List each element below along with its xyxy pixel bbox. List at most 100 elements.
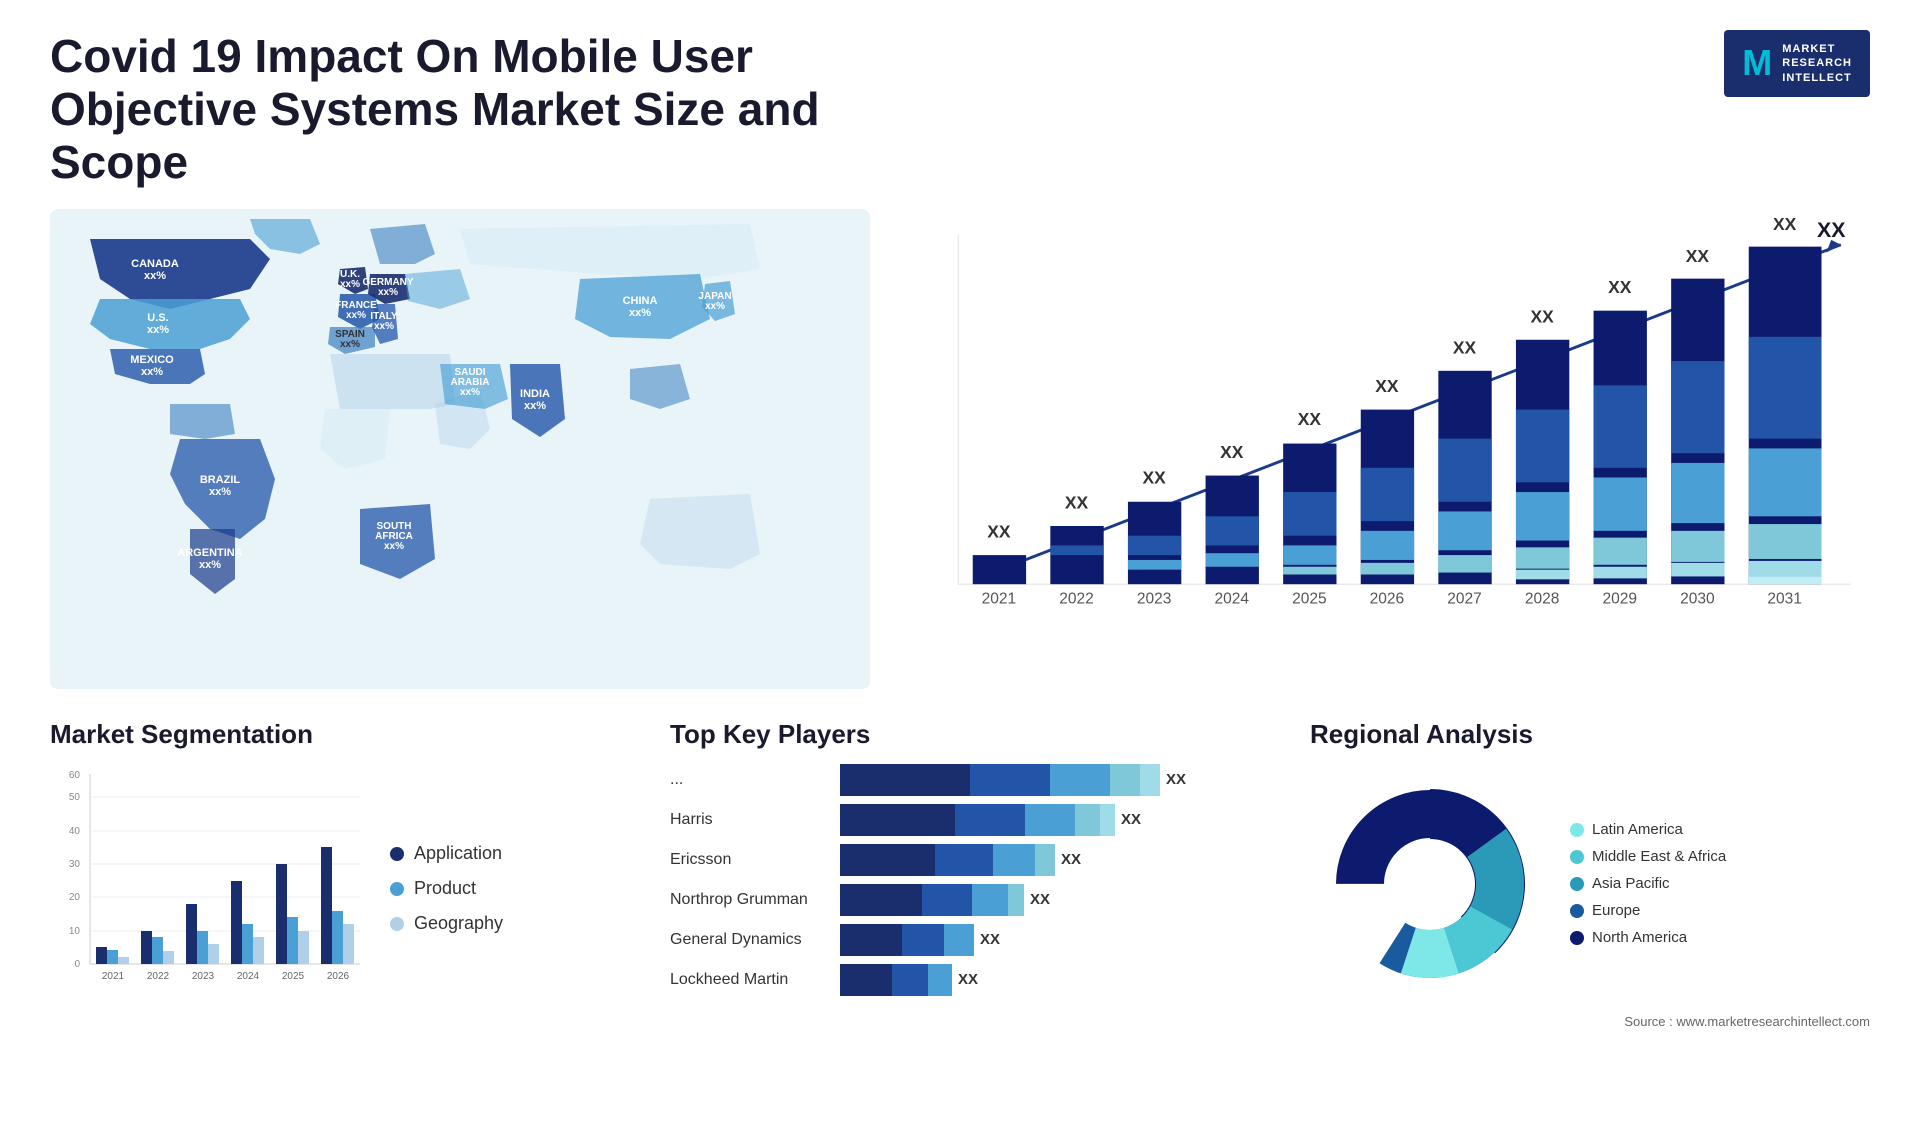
player-row-harris: Harris XX [670, 804, 1290, 836]
player-bar-dots: XX [840, 764, 1290, 796]
svg-text:XX: XX [1375, 376, 1399, 396]
player-bar-general-dynamics: XX [840, 924, 1290, 956]
logo-box: M MARKET RESEARCH INTELLECT [1724, 30, 1870, 97]
svg-text:CHINA: CHINA [623, 295, 658, 307]
legend-dot-product [390, 882, 404, 896]
svg-text:XX: XX [1686, 246, 1710, 266]
svg-text:MEXICO: MEXICO [130, 354, 174, 366]
legend-item-application: Application [390, 843, 503, 864]
player-name-lockheed: Lockheed Martin [670, 971, 830, 989]
reg-legend-mea: Middle East & Africa [1570, 848, 1726, 865]
svg-text:xx%: xx% [705, 301, 725, 312]
reg-legend-north-america: North America [1570, 929, 1726, 946]
player-row-ericsson: Ericsson XX [670, 844, 1290, 876]
svg-text:2030: 2030 [1680, 590, 1715, 607]
segmentation-chart-area: 0 10 20 30 40 50 2021 [50, 764, 650, 1014]
source-text: Source : www.marketresearchintellect.com [1310, 1014, 1870, 1029]
svg-text:10: 10 [69, 926, 81, 937]
svg-text:40: 40 [69, 826, 81, 837]
player-row-lockheed: Lockheed Martin XX [670, 964, 1290, 996]
svg-text:xx%: xx% [384, 541, 404, 552]
key-players-title: Top Key Players [670, 719, 1290, 750]
logo-m-letter: M [1742, 42, 1772, 84]
svg-text:XX: XX [1453, 337, 1477, 357]
player-row-northrop: Northrop Grumman XX [670, 884, 1290, 916]
reg-dot-mea [1570, 850, 1584, 864]
key-players-section: Top Key Players ... XX [670, 719, 1290, 1069]
svg-text:2026: 2026 [327, 971, 350, 982]
regional-section: Regional Analysis [1310, 719, 1870, 1069]
svg-text:xx%: xx% [199, 559, 221, 571]
svg-text:U.S.: U.S. [147, 312, 168, 324]
svg-text:20: 20 [69, 892, 81, 903]
svg-text:XX: XX [1817, 218, 1846, 242]
player-bar-northrop: XX [840, 884, 1290, 916]
bottom-row: Market Segmentation 0 10 20 [50, 719, 1870, 1069]
bar-seg-lighter [1110, 764, 1140, 796]
svg-text:2022: 2022 [1059, 590, 1094, 607]
player-name-harris: Harris [670, 811, 830, 829]
player-name-ericsson: Ericsson [670, 851, 830, 869]
segmentation-legend: Application Product Geography [390, 764, 503, 1014]
svg-text:2024: 2024 [1214, 590, 1249, 607]
bar-seg-mid [970, 764, 1050, 796]
svg-text:60: 60 [69, 770, 81, 781]
reg-legend-europe: Europe [1570, 902, 1726, 919]
bar-seg-dark [840, 764, 970, 796]
segmentation-section: Market Segmentation 0 10 20 [50, 719, 650, 1069]
page: Covid 19 Impact On Mobile User Objective… [0, 0, 1920, 1146]
svg-text:ARGENTINA: ARGENTINA [177, 547, 242, 559]
player-row-dots: ... XX [670, 764, 1290, 796]
svg-text:xx%: xx% [144, 270, 166, 282]
page-title: Covid 19 Impact On Mobile User Objective… [50, 30, 870, 189]
svg-text:2026: 2026 [1370, 590, 1405, 607]
reg-legend-asia-pacific: Asia Pacific [1570, 875, 1726, 892]
reg-dot-asia [1570, 877, 1584, 891]
reg-legend-latin-america: Latin America [1570, 821, 1726, 838]
svg-text:XX: XX [1530, 306, 1554, 326]
svg-text:XX: XX [1608, 277, 1632, 297]
segmentation-title: Market Segmentation [50, 719, 650, 750]
logo-area: M MARKET RESEARCH INTELLECT [1724, 30, 1870, 97]
reg-dot-latin [1570, 823, 1584, 837]
bar-chart-section: XX XX XX XX XX [900, 209, 1870, 689]
regional-legend: Latin America Middle East & Africa Asia … [1570, 821, 1726, 946]
svg-text:xx%: xx% [147, 324, 169, 336]
logo-text: MARKET RESEARCH INTELLECT [1782, 42, 1852, 85]
players-list: ... XX Harris [670, 764, 1290, 996]
svg-text:2031: 2031 [1767, 590, 1802, 607]
svg-text:50: 50 [69, 792, 81, 803]
svg-text:xx%: xx% [141, 366, 163, 378]
svg-text:XX: XX [1142, 467, 1166, 487]
svg-text:30: 30 [69, 859, 81, 870]
player-name-northrop: Northrop Grumman [670, 891, 830, 909]
svg-text:XX: XX [1065, 492, 1089, 512]
legend-item-product: Product [390, 878, 503, 899]
svg-text:XX: XX [1220, 442, 1244, 462]
svg-text:XX: XX [1298, 409, 1322, 429]
svg-text:xx%: xx% [374, 321, 394, 332]
svg-text:xx%: xx% [346, 310, 366, 321]
reg-dot-europe [1570, 904, 1584, 918]
world-map: CANADA xx% U.S. xx% MEXICO xx% BRAZIL xx… [50, 209, 870, 689]
svg-text:2022: 2022 [147, 971, 170, 982]
svg-text:2021: 2021 [102, 971, 125, 982]
svg-text:2023: 2023 [192, 971, 215, 982]
top-row: CANADA xx% U.S. xx% MEXICO xx% BRAZIL xx… [50, 209, 1870, 689]
reg-dot-north-america [1570, 931, 1584, 945]
svg-text:xx%: xx% [209, 486, 231, 498]
legend-dot-application [390, 847, 404, 861]
player-name-dots: ... [670, 771, 830, 789]
legend-dot-geography [390, 917, 404, 931]
svg-text:2024: 2024 [237, 971, 260, 982]
svg-text:xx%: xx% [524, 400, 546, 412]
svg-text:xx%: xx% [340, 279, 360, 290]
svg-text:2025: 2025 [1292, 590, 1327, 607]
svg-text:2028: 2028 [1525, 590, 1560, 607]
player-bar-harris: XX [840, 804, 1290, 836]
svg-text:2023: 2023 [1137, 590, 1172, 607]
header: Covid 19 Impact On Mobile User Objective… [50, 30, 1870, 189]
svg-text:2021: 2021 [982, 590, 1017, 607]
svg-text:2029: 2029 [1602, 590, 1637, 607]
regional-wrap: Latin America Middle East & Africa Asia … [1310, 764, 1870, 1004]
